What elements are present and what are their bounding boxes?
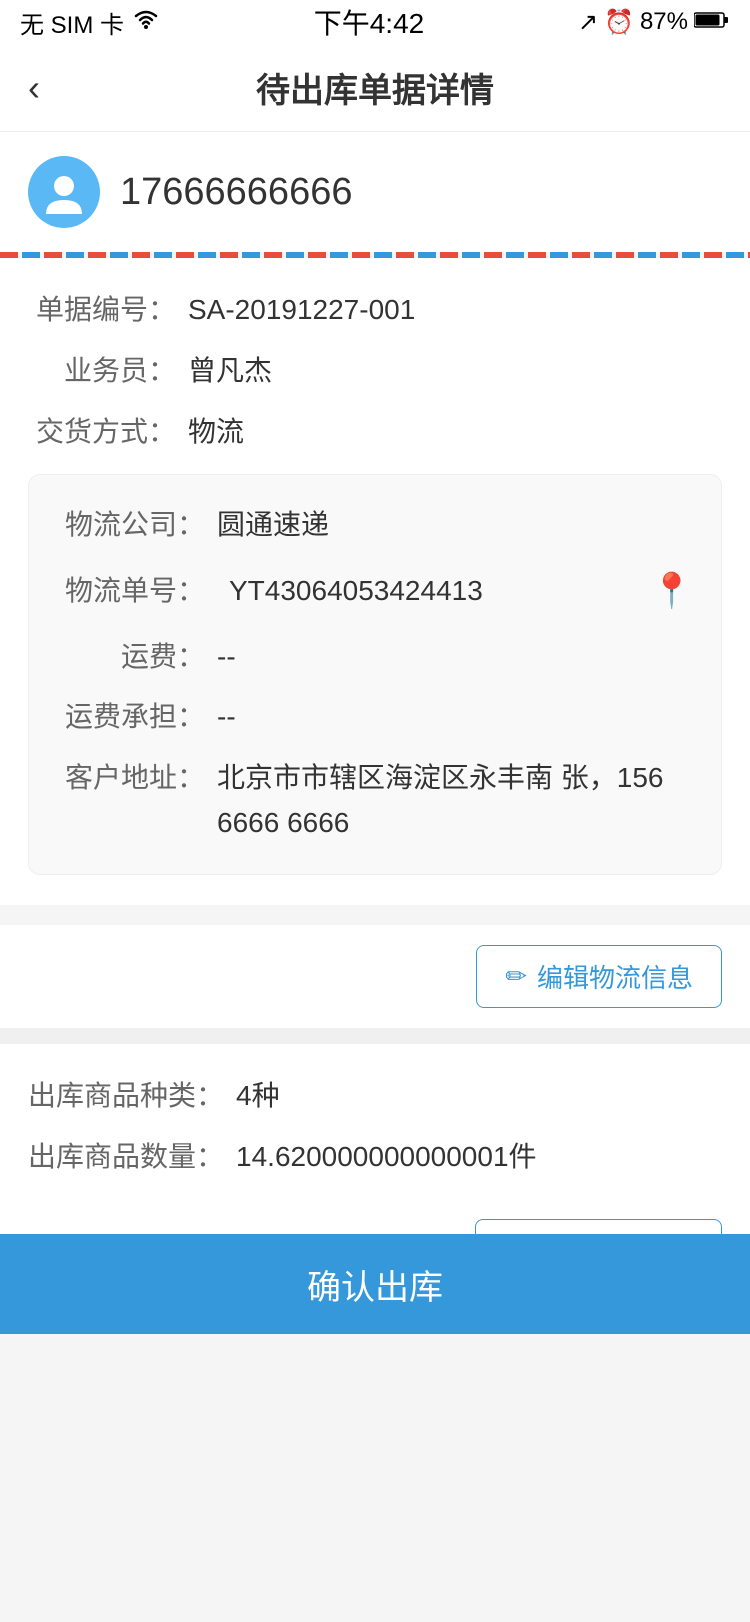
customer-phone: 17666666666 <box>120 171 352 214</box>
sim-label: 无 SIM 卡 <box>20 5 124 40</box>
address-value: 北京市市辖区海淀区永丰南 张，156 6666 6666 <box>217 756 693 846</box>
confirm-button-label: 确认出库 <box>307 1260 443 1309</box>
types-value: 4种 <box>236 1074 722 1119</box>
battery-label: 87% <box>640 8 688 36</box>
customer-header: 17666666666 <box>0 132 750 252</box>
quantity-value: 14.620000000000001件 <box>236 1135 722 1180</box>
order-no-label: 单据编号： <box>28 288 188 333</box>
edit-logistics-label: 编辑物流信息 <box>537 958 693 995</box>
status-bar: 无 SIM 卡 下午4:42 ↗ ⏰ 87% <box>0 0 750 44</box>
person-icon <box>42 170 86 214</box>
freight-label: 运费： <box>57 635 217 680</box>
salesman-row: 业务员： 曾凡杰 <box>28 349 722 394</box>
freight-bearer-label: 运费承担： <box>57 695 217 740</box>
avatar <box>28 156 100 228</box>
edit-logistics-row: ✏ 编辑物流信息 <box>0 925 750 1028</box>
tracking-label: 物流单号： <box>57 569 217 614</box>
status-right: ↗ ⏰ 87% <box>578 8 730 37</box>
summary-section: 出库商品种类： 4种 出库商品数量： 14.620000000000001件 <box>0 1044 750 1200</box>
edit-logistics-button[interactable]: ✏ 编辑物流信息 <box>476 945 722 1008</box>
order-no-row: 单据编号： SA-20191227-001 <box>28 288 722 333</box>
order-info-section: 单据编号： SA-20191227-001 业务员： 曾凡杰 交货方式： 物流 … <box>0 258 750 905</box>
freight-row: 运费： -- <box>57 635 693 680</box>
status-left: 无 SIM 卡 <box>20 5 160 40</box>
company-value: 圆通速递 <box>217 503 693 548</box>
salesman-value: 曾凡杰 <box>188 349 722 394</box>
edit-icon: ✏ <box>505 961 527 992</box>
quantity-label: 出库商品数量： <box>28 1135 236 1180</box>
map-pin-icon[interactable]: 📍 <box>651 564 693 618</box>
freight-bearer-row: 运费承担： -- <box>57 695 693 740</box>
address-row: 客户地址： 北京市市辖区海淀区永丰南 张，156 6666 6666 <box>57 756 693 846</box>
wifi-icon <box>132 8 160 36</box>
delivery-row: 交货方式： 物流 <box>28 410 722 455</box>
types-label: 出库商品种类： <box>28 1074 236 1119</box>
order-no-value: SA-20191227-001 <box>188 288 722 333</box>
alarm-status-icon: ⏰ <box>604 8 634 37</box>
freight-bearer-value: -- <box>217 695 693 740</box>
delivery-label: 交货方式： <box>28 410 188 455</box>
tracking-value: YT43064053424413 <box>229 569 639 614</box>
gray-separator <box>0 1028 750 1044</box>
logistics-card: 物流公司： 圆通速递 物流单号： YT43064053424413 📍 运费： … <box>28 474 722 874</box>
salesman-label: 业务员： <box>28 349 188 394</box>
status-time: 下午4:42 <box>314 2 425 42</box>
quantity-row: 出库商品数量： 14.620000000000001件 <box>28 1135 722 1180</box>
tracking-row: 物流单号： YT43064053424413 📍 <box>57 564 693 618</box>
delivery-value: 物流 <box>188 410 722 455</box>
battery-icon <box>694 8 730 36</box>
address-label: 客户地址： <box>57 756 217 801</box>
company-row: 物流公司： 圆通速递 <box>57 503 693 548</box>
nav-bar: ‹ 待出库单据详情 <box>0 44 750 132</box>
page-title: 待出库单据详情 <box>256 63 494 112</box>
location-status-icon: ↗ <box>578 8 598 37</box>
types-row: 出库商品种类： 4种 <box>28 1074 722 1119</box>
confirm-bar[interactable]: 确认出库 <box>0 1234 750 1334</box>
company-label: 物流公司： <box>57 503 217 548</box>
back-button[interactable]: ‹ <box>28 67 40 109</box>
freight-value: -- <box>217 635 693 680</box>
